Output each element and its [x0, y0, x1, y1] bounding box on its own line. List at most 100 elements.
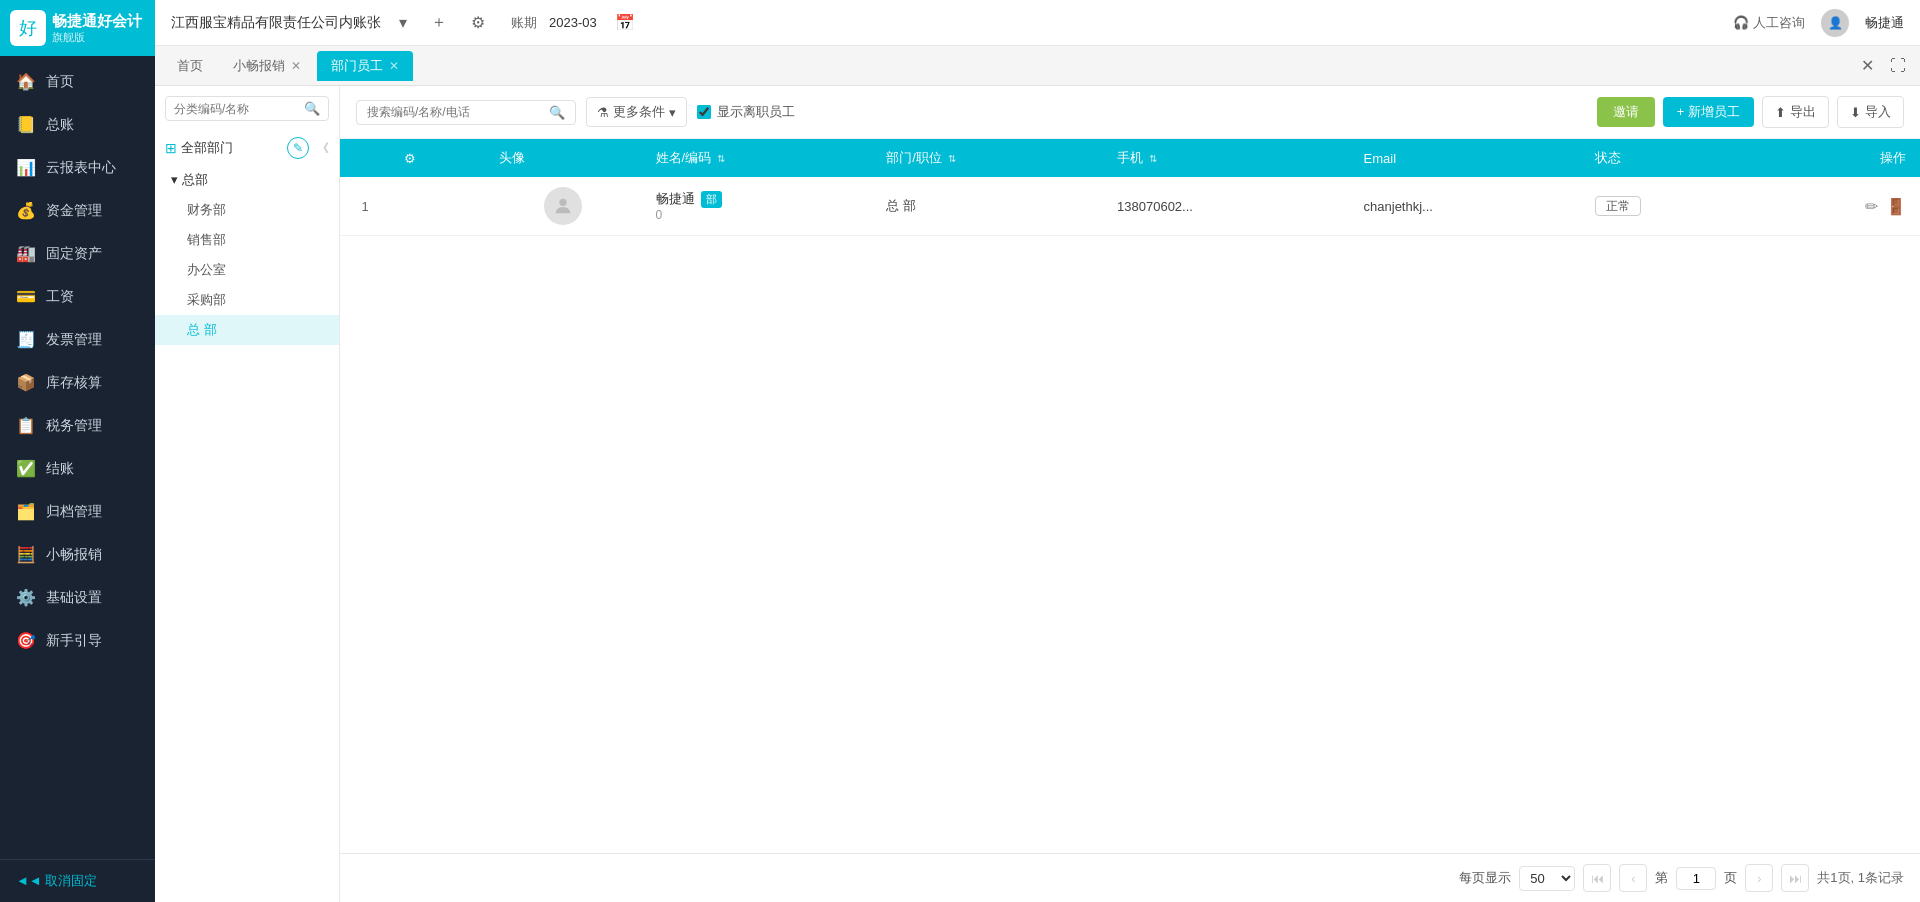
dept-group-zongbu[interactable]: ▾ 总部 [155, 165, 339, 195]
page-size-select[interactable]: 50 100 200 [1519, 866, 1575, 891]
sidebar-item-salary[interactable]: 💳 工资 [0, 275, 155, 318]
export-icon: ⬆ [1775, 105, 1786, 120]
company-name[interactable]: 江西服宝精品有限责任公司内账张 [171, 14, 381, 32]
sidebar-item-checkout-label: 结账 [46, 460, 74, 478]
employee-dept-badge: 部 [701, 191, 722, 208]
dept-item-finance[interactable]: 财务部 [155, 195, 339, 225]
table-row: 1 [340, 177, 1920, 236]
dept-search-input[interactable] [174, 102, 304, 116]
dept-item-zongbu[interactable]: 总 部 [155, 315, 339, 345]
sidebar-item-funds[interactable]: 💰 资金管理 [0, 189, 155, 232]
tab-expand-button[interactable]: ⛶ [1884, 54, 1912, 77]
service-label: 人工咨询 [1753, 14, 1805, 32]
salary-icon: 💳 [16, 287, 36, 306]
export-button[interactable]: ⬆ 导出 [1762, 96, 1829, 128]
show-resigned-wrap: 显示离职员工 [697, 103, 795, 121]
show-resigned-checkbox[interactable] [697, 105, 711, 119]
tab-employees[interactable]: 部门员工 ✕ [317, 51, 413, 81]
calendar-button[interactable]: 📅 [609, 9, 641, 36]
dept-search-bar[interactable]: 🔍 [165, 96, 329, 121]
more-filter-button[interactable]: ⚗ 更多条件 ▾ [586, 97, 687, 127]
tab-home[interactable]: 首页 [163, 51, 217, 81]
sidebar-item-settings[interactable]: ⚙️ 基础设置 [0, 576, 155, 619]
sidebar-item-reports[interactable]: 📊 云报表中心 [0, 146, 155, 189]
col-dept[interactable]: 部门/职位 ⇅ [872, 139, 1103, 177]
dept-item-office[interactable]: 办公室 [155, 255, 339, 285]
dept-item-sales[interactable]: 销售部 [155, 225, 339, 255]
checkout-icon: ✅ [16, 459, 36, 478]
sidebar-item-ledger[interactable]: 📒 总账 [0, 103, 155, 146]
tab-close-button[interactable]: ✕ [1855, 54, 1880, 77]
settings-button[interactable]: ⚙ [465, 9, 491, 36]
company-dropdown-button[interactable]: ▾ [393, 9, 413, 36]
cell-name: 畅捷通 部 0 [642, 177, 873, 236]
dept-grid-icon: ⊞ [165, 140, 177, 156]
invite-label: 邀请 [1613, 104, 1639, 119]
tab-expense[interactable]: 小畅报销 ✕ [219, 51, 315, 81]
svg-point-0 [560, 199, 567, 206]
col-name[interactable]: 姓名/编码 ⇅ [642, 139, 873, 177]
guide-icon: 🎯 [16, 631, 36, 650]
sidebar-item-invoice[interactable]: 🧾 发票管理 [0, 318, 155, 361]
service-button[interactable]: 🎧 人工咨询 [1733, 14, 1805, 32]
sidebar-item-guide[interactable]: 🎯 新手引导 [0, 619, 155, 662]
employee-search-input[interactable] [367, 105, 543, 119]
table-settings-icon[interactable]: ⚙ [404, 151, 416, 166]
employee-search-bar[interactable]: 🔍 [356, 100, 576, 125]
first-page-button[interactable]: ⏮ [1583, 864, 1611, 892]
cell-phone: 138070602... [1103, 177, 1350, 236]
sidebar-item-guide-label: 新手引导 [46, 632, 102, 650]
sidebar: 好 畅捷通好会计 旗舰版 🏠 首页 📒 总账 📊 云报表中心 💰 资金管理 🏭 … [0, 0, 155, 902]
edit-icon[interactable]: ✏ [1865, 197, 1878, 216]
add-tab-button[interactable]: ＋ [425, 8, 453, 37]
tab-employees-close[interactable]: ✕ [389, 59, 399, 73]
logo-info: 畅捷通好会计 旗舰版 [52, 12, 142, 45]
funds-icon: 💰 [16, 201, 36, 220]
sidebar-item-archive[interactable]: 🗂️ 归档管理 [0, 490, 155, 533]
col-settings[interactable]: ⚙ [390, 139, 485, 177]
sidebar-item-assets-label: 固定资产 [46, 245, 102, 263]
sidebar-item-invoice-label: 发票管理 [46, 331, 102, 349]
all-dept-header[interactable]: ⊞ 全部部门 ✎ 《 [155, 131, 339, 165]
col-phone[interactable]: 手机 ⇅ [1103, 139, 1350, 177]
sidebar-item-home[interactable]: 🏠 首页 [0, 60, 155, 103]
period-label: 账期 [511, 14, 537, 32]
sidebar-item-inventory[interactable]: 📦 库存核算 [0, 361, 155, 404]
pagination-bar: 每页显示 50 100 200 ⏮ ‹ 第 页 › ⏭ 共1页, 1条记录 [340, 853, 1920, 902]
invite-button[interactable]: 邀请 [1597, 97, 1655, 127]
import-button[interactable]: ⬇ 导入 [1837, 96, 1904, 128]
show-resigned-label: 显示离职员工 [717, 103, 795, 121]
sidebar-item-ledger-label: 总账 [46, 116, 74, 134]
unpin-button[interactable]: ◄◄ 取消固定 [0, 859, 155, 902]
dept-edit-button[interactable]: ✎ [287, 137, 309, 159]
tab-expense-close[interactable]: ✕ [291, 59, 301, 73]
inventory-icon: 📦 [16, 373, 36, 392]
dept-item-purchase[interactable]: 采购部 [155, 285, 339, 315]
page-input[interactable] [1676, 867, 1716, 890]
invoice-icon: 🧾 [16, 330, 36, 349]
tab-employees-label: 部门员工 [331, 57, 383, 75]
collapse-icon[interactable]: 《 [317, 140, 329, 157]
sidebar-item-tax[interactable]: 📋 税务管理 [0, 404, 155, 447]
filter-icon: ⚗ [597, 105, 609, 120]
all-dept-label: 全部部门 [181, 139, 233, 157]
add-employee-button[interactable]: + 新增员工 [1663, 97, 1754, 127]
home-icon: 🏠 [16, 72, 36, 91]
sidebar-item-assets[interactable]: 🏭 固定资产 [0, 232, 155, 275]
sidebar-item-tax-label: 税务管理 [46, 417, 102, 435]
tab-home-label: 首页 [177, 57, 203, 75]
export-label: 导出 [1790, 103, 1816, 121]
next-page-button[interactable]: › [1745, 864, 1773, 892]
sidebar-item-salary-label: 工资 [46, 288, 74, 306]
sidebar-item-inventory-label: 库存核算 [46, 374, 102, 392]
sidebar-item-checkout[interactable]: ✅ 结账 [0, 447, 155, 490]
page-label-suffix: 页 [1724, 869, 1737, 887]
last-page-button[interactable]: ⏭ [1781, 864, 1809, 892]
sidebar-item-expense[interactable]: 🧮 小畅报销 [0, 533, 155, 576]
status-badge: 正常 [1595, 196, 1641, 216]
col-actions: 操作 [1756, 139, 1920, 177]
prev-page-button[interactable]: ‹ [1619, 864, 1647, 892]
filter-label: 更多条件 [613, 103, 665, 121]
logout-icon[interactable]: 🚪 [1886, 197, 1906, 216]
page-size-label: 每页显示 [1459, 869, 1511, 887]
